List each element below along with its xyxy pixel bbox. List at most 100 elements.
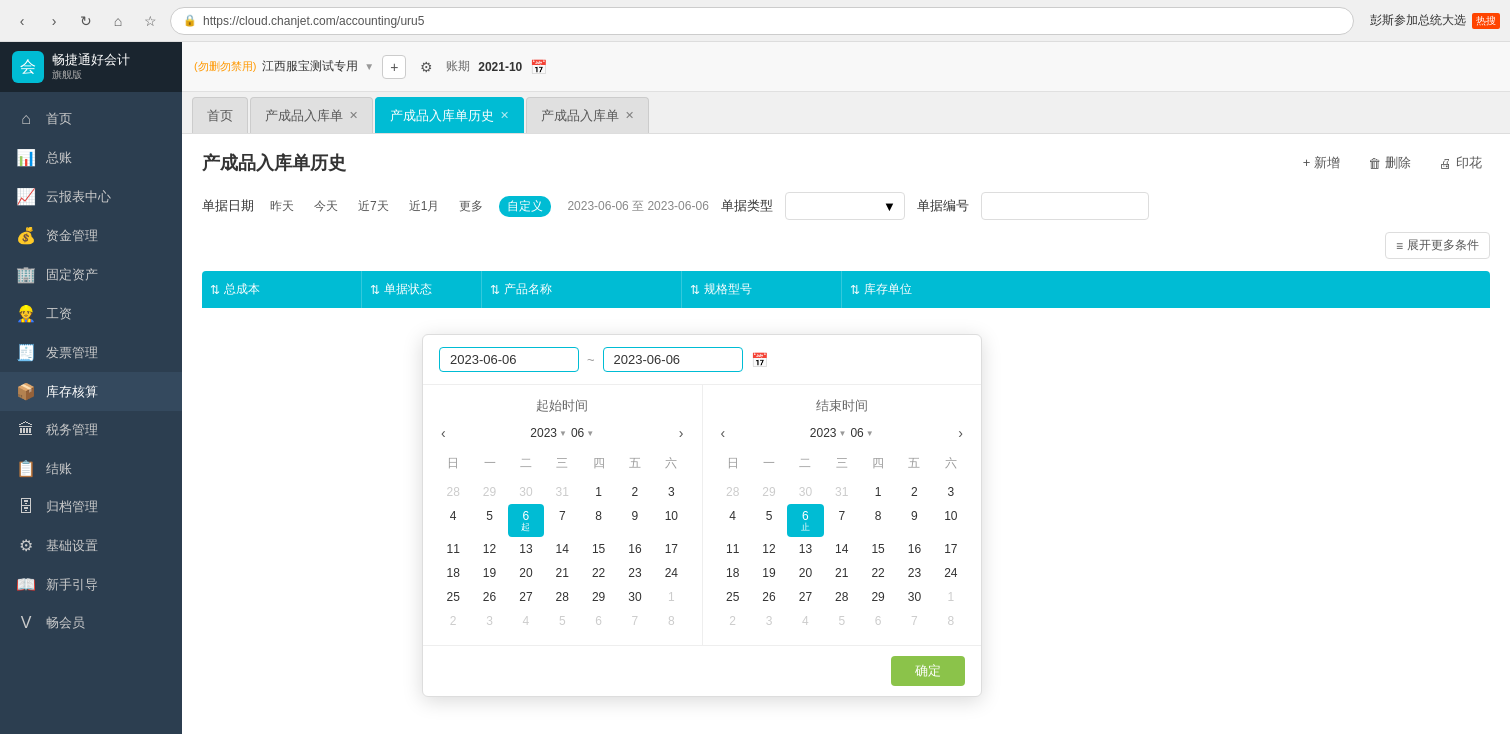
tab-finished-goods-close[interactable]: ✕ <box>349 109 358 122</box>
end-day-16[interactable]: 16 <box>896 537 932 561</box>
end-day-12[interactable]: 12 <box>751 537 787 561</box>
end-day-19[interactable]: 19 <box>751 561 787 585</box>
sidebar-item-payroll[interactable]: 👷 工资 <box>0 294 182 333</box>
end-day-7[interactable]: 7 <box>824 504 860 537</box>
end-day-9[interactable]: 9 <box>896 504 932 537</box>
period-calendar-icon[interactable]: 📅 <box>530 59 547 75</box>
star-button[interactable]: ☆ <box>138 9 162 33</box>
start-day-19[interactable]: 19 <box>471 561 507 585</box>
sidebar-item-reports[interactable]: 📈 云报表中心 <box>0 177 182 216</box>
url-bar[interactable]: 🔒 https://cloud.chanjet.com/accounting/u… <box>170 7 1354 35</box>
start-day-23[interactable]: 23 <box>617 561 653 585</box>
start-day-24[interactable]: 24 <box>653 561 689 585</box>
sidebar-item-invoice[interactable]: 🧾 发票管理 <box>0 333 182 372</box>
end-day-6[interactable]: 6止 <box>787 504 823 537</box>
end-cal-next[interactable]: › <box>952 423 969 443</box>
end-day-4[interactable]: 4 <box>715 504 751 537</box>
sidebar-item-home[interactable]: ⌂ 首页 <box>0 100 182 138</box>
start-day-1[interactable]: 1 <box>580 480 616 504</box>
end-day-23[interactable]: 23 <box>896 561 932 585</box>
start-cal-prev[interactable]: ‹ <box>435 423 452 443</box>
end-day-14[interactable]: 14 <box>824 537 860 561</box>
filter-more[interactable]: 更多 <box>455 196 487 217</box>
tab-finished-goods2-close[interactable]: ✕ <box>625 109 634 122</box>
datepicker-calendar-icon[interactable]: 📅 <box>751 352 768 368</box>
end-day-30[interactable]: 30 <box>896 585 932 609</box>
start-day-5[interactable]: 5 <box>471 504 507 537</box>
start-day-21[interactable]: 21 <box>544 561 580 585</box>
sidebar-item-inventory[interactable]: 📦 库存核算 <box>0 372 182 411</box>
filter-1month[interactable]: 近1月 <box>405 196 444 217</box>
end-day-20[interactable]: 20 <box>787 561 823 585</box>
end-day-11[interactable]: 11 <box>715 537 751 561</box>
forward-button[interactable]: › <box>42 9 66 33</box>
sidebar-item-funds[interactable]: 💰 资金管理 <box>0 216 182 255</box>
tab-finished-goods2[interactable]: 产成品入库单 ✕ <box>526 97 649 133</box>
start-day-10[interactable]: 10 <box>653 504 689 537</box>
start-day-14[interactable]: 14 <box>544 537 580 561</box>
start-day-26[interactable]: 26 <box>471 585 507 609</box>
start-day-22[interactable]: 22 <box>580 561 616 585</box>
start-day-2[interactable]: 2 <box>617 480 653 504</box>
end-day-26[interactable]: 26 <box>751 585 787 609</box>
back-button[interactable]: ‹ <box>10 9 34 33</box>
tab-history-close[interactable]: ✕ <box>500 109 509 122</box>
sidebar-item-closing[interactable]: 📋 结账 <box>0 449 182 488</box>
home-button[interactable]: ⌂ <box>106 9 130 33</box>
start-day-28[interactable]: 28 <box>544 585 580 609</box>
sidebar-item-archive[interactable]: 🗄 归档管理 <box>0 488 182 526</box>
end-date-input[interactable] <box>603 347 743 372</box>
start-cal-month[interactable]: 06 ▼ <box>571 426 594 440</box>
company-selector[interactable]: (勿删勿禁用) 江西服宝测试专用 ▼ <box>194 58 374 75</box>
start-cal-next[interactable]: › <box>673 423 690 443</box>
sidebar-item-tax[interactable]: 🏛 税务管理 <box>0 411 182 449</box>
start-day-11[interactable]: 11 <box>435 537 471 561</box>
end-day-2[interactable]: 2 <box>896 480 932 504</box>
end-day-18[interactable]: 18 <box>715 561 751 585</box>
add-button[interactable]: + 新增 <box>1295 150 1348 176</box>
confirm-button[interactable]: 确定 <box>891 656 965 686</box>
sidebar-item-ledger[interactable]: 📊 总账 <box>0 138 182 177</box>
end-day-5[interactable]: 5 <box>751 504 787 537</box>
sidebar-item-settings[interactable]: ⚙ 基础设置 <box>0 526 182 565</box>
start-day-4[interactable]: 4 <box>435 504 471 537</box>
end-day-13[interactable]: 13 <box>787 537 823 561</box>
start-day-6[interactable]: 6起 <box>508 504 544 537</box>
refresh-button[interactable]: ↻ <box>74 9 98 33</box>
end-day-3[interactable]: 3 <box>933 480 969 504</box>
end-day-8[interactable]: 8 <box>860 504 896 537</box>
start-day-29[interactable]: 29 <box>580 585 616 609</box>
end-day-1[interactable]: 1 <box>860 480 896 504</box>
sidebar-item-vip[interactable]: V 畅会员 <box>0 604 182 642</box>
end-day-17[interactable]: 17 <box>933 537 969 561</box>
end-day-29[interactable]: 29 <box>860 585 896 609</box>
end-day-27[interactable]: 27 <box>787 585 823 609</box>
start-day-13[interactable]: 13 <box>508 537 544 561</box>
tab-home[interactable]: 首页 <box>192 97 248 133</box>
start-date-input[interactable] <box>439 347 579 372</box>
end-cal-month[interactable]: 06 ▼ <box>850 426 873 440</box>
end-day-28[interactable]: 28 <box>824 585 860 609</box>
start-day-20[interactable]: 20 <box>508 561 544 585</box>
start-day-16[interactable]: 16 <box>617 537 653 561</box>
add-tab-button[interactable]: + <box>382 55 406 79</box>
start-day-17[interactable]: 17 <box>653 537 689 561</box>
start-day-18[interactable]: 18 <box>435 561 471 585</box>
start-day-30[interactable]: 30 <box>617 585 653 609</box>
end-day-24[interactable]: 24 <box>933 561 969 585</box>
tab-history[interactable]: 产成品入库单历史 ✕ <box>375 97 524 133</box>
filter-yesterday[interactable]: 昨天 <box>266 196 298 217</box>
start-day-27[interactable]: 27 <box>508 585 544 609</box>
end-cal-prev[interactable]: ‹ <box>715 423 732 443</box>
filter-custom[interactable]: 自定义 <box>499 196 551 217</box>
filter-type-dropdown[interactable]: ▼ <box>785 192 905 220</box>
start-cal-year[interactable]: 2023 ▼ <box>530 426 567 440</box>
filter-7days[interactable]: 近7天 <box>354 196 393 217</box>
end-day-25[interactable]: 25 <box>715 585 751 609</box>
filter-number-input[interactable] <box>981 192 1149 220</box>
start-day-12[interactable]: 12 <box>471 537 507 561</box>
start-day-25[interactable]: 25 <box>435 585 471 609</box>
end-day-10[interactable]: 10 <box>933 504 969 537</box>
end-cal-year[interactable]: 2023 ▼ <box>810 426 847 440</box>
filter-today[interactable]: 今天 <box>310 196 342 217</box>
